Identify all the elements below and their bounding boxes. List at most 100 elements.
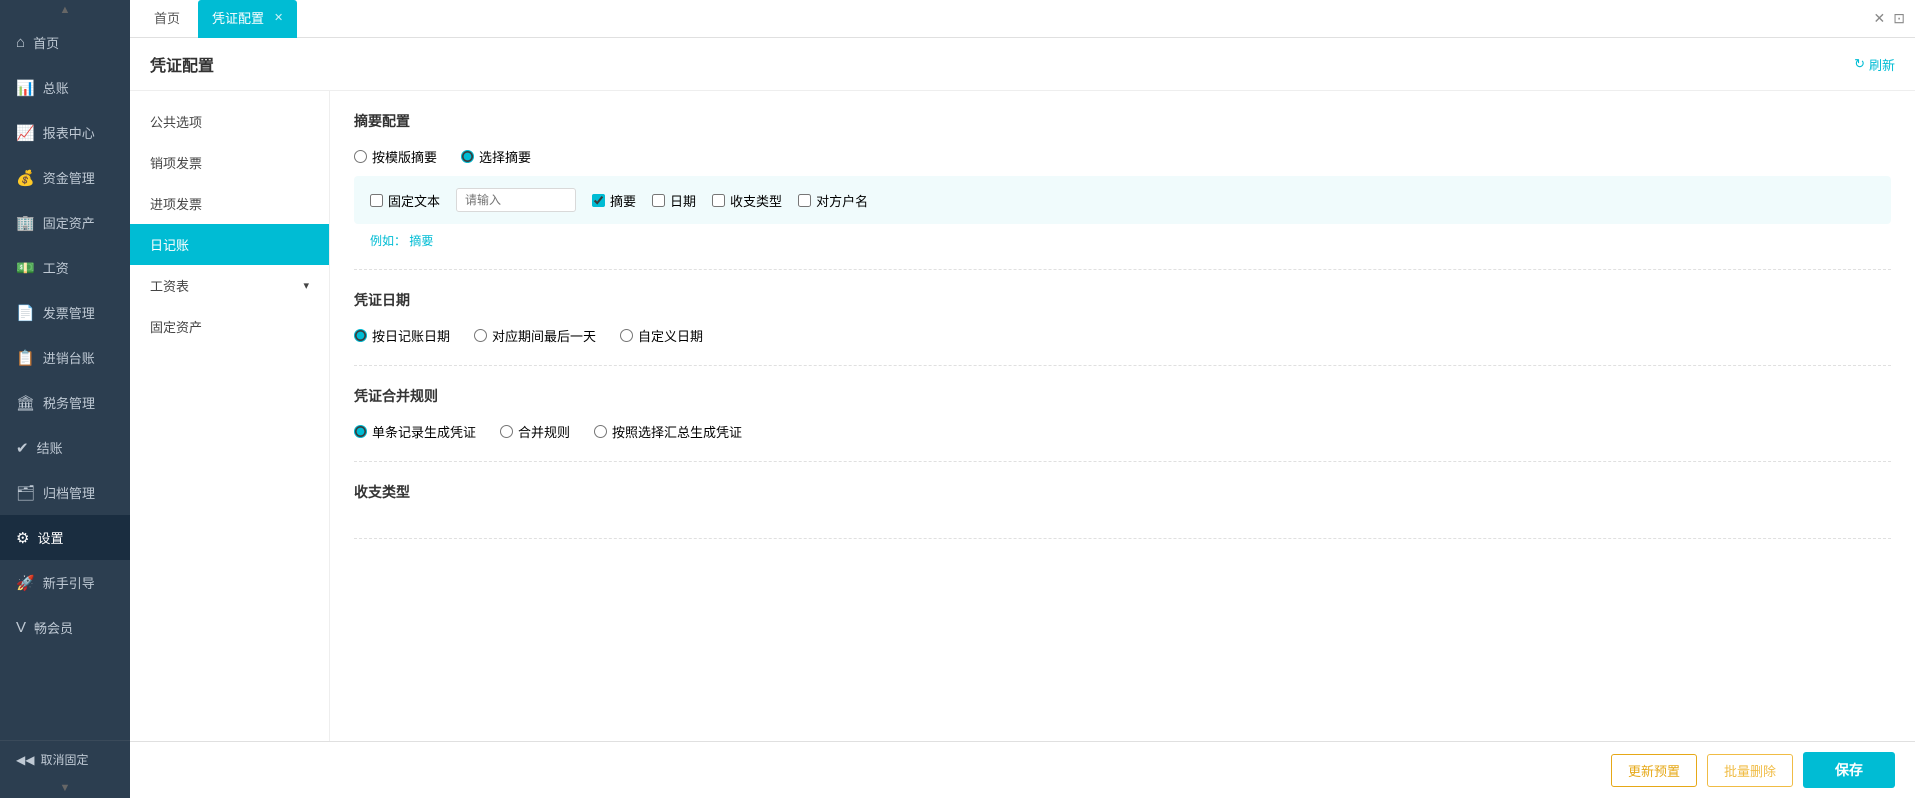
sidebar-scroll-up[interactable]: ▲	[0, 0, 130, 20]
sidebar-item-reports[interactable]: 📈 报表中心	[0, 110, 130, 155]
window-resize-btn[interactable]: ⊡	[1893, 10, 1905, 27]
single-record-input[interactable]	[354, 425, 367, 438]
template-summary-input[interactable]	[354, 150, 367, 163]
sidebar-item-invoice[interactable]: 📄 发票管理	[0, 290, 130, 335]
chevron-icon-payroll: ▾	[303, 279, 309, 292]
sidebar-label-assets: 固定资产	[43, 213, 95, 232]
refresh-icon: ↻	[1854, 56, 1865, 72]
tab-label-voucher-config-tab: 凭证配置	[212, 8, 264, 27]
tab-bar: 首页 凭证配置 ✕ ✕ ⊡	[130, 0, 1915, 38]
summary-cb-input[interactable]	[592, 194, 605, 207]
sidebar-item-sales[interactable]: 📋 进销台账	[0, 335, 130, 380]
sidebar-label-tax: 税务管理	[43, 393, 95, 412]
sidebar-item-funds[interactable]: 💰 资金管理	[0, 155, 130, 200]
left-nav-item-purchase-invoice[interactable]: 进项发票	[130, 183, 329, 224]
journal-date-label: 按日记账日期	[372, 326, 450, 345]
refresh-label: 刷新	[1869, 55, 1895, 74]
last-period-radio[interactable]: 对应期间最后一天	[474, 326, 596, 345]
tab-home-tab[interactable]: 首页	[140, 0, 194, 38]
single-record-radio[interactable]: 单条记录生成凭证	[354, 422, 476, 441]
custom-date-radio[interactable]: 自定义日期	[620, 326, 703, 345]
sidebar-icon-home: ⌂	[16, 34, 25, 51]
left-nav-label-fixed-assets: 固定资产	[150, 317, 202, 336]
right-content: 摘要配置 按模版摘要 选择摘要 固定文本	[330, 91, 1915, 741]
sidebar-bottom: ◀◀ 取消固定	[0, 740, 130, 778]
template-summary-radio[interactable]: 按模版摘要	[354, 147, 437, 166]
date-section-title: 凭证日期	[354, 290, 1891, 310]
sidebar-item-home[interactable]: ⌂ 首页	[0, 20, 130, 65]
fixed-text-field[interactable]	[456, 188, 576, 212]
bottom-bar: 更新预置 批量删除 保存	[130, 741, 1915, 798]
batch-delete-button[interactable]: 批量删除	[1707, 754, 1793, 787]
sidebar-icon-ledger: 📊	[16, 79, 35, 97]
example-value: 摘要	[409, 234, 433, 248]
sidebar-icon-settings: ⚙	[16, 529, 29, 547]
single-record-label: 单条记录生成凭证	[372, 422, 476, 441]
sidebar-item-assets[interactable]: 🏢 固定资产	[0, 200, 130, 245]
sidebar-item-guide[interactable]: 🚀 新手引导	[0, 560, 130, 605]
tab-label-home-tab: 首页	[154, 8, 180, 27]
sidebar-item-settings[interactable]: ⚙ 设置	[0, 515, 130, 560]
sidebar-icon-guide: 🚀	[16, 574, 35, 592]
select-summary-merge-input[interactable]	[594, 425, 607, 438]
sidebar-item-ledger[interactable]: 📊 总账	[0, 65, 130, 110]
select-summary-merge-radio[interactable]: 按照选择汇总生成凭证	[594, 422, 742, 441]
summary-radio-group: 按模版摘要 选择摘要	[354, 147, 1891, 166]
pin-icon: ◀◀	[16, 753, 34, 767]
tab-close-voucher-config-tab[interactable]: ✕	[274, 11, 283, 24]
sidebar-label-home: 首页	[33, 33, 59, 52]
select-summary-input[interactable]	[461, 150, 474, 163]
custom-date-input[interactable]	[620, 329, 633, 342]
sidebar-item-tax[interactable]: 🏛 税务管理	[0, 380, 130, 425]
sidebar-item-vip[interactable]: V 畅会员	[0, 605, 130, 650]
left-nav-label-journal: 日记账	[150, 235, 189, 254]
counterparty-input[interactable]	[798, 194, 811, 207]
merge-rule-input[interactable]	[500, 425, 513, 438]
fixed-text-checkbox[interactable]: 固定文本	[370, 191, 440, 210]
income-type-input[interactable]	[712, 194, 725, 207]
left-nav-item-payroll[interactable]: 工资表▾	[130, 265, 329, 306]
sidebar-item-archive[interactable]: 🗂 归档管理	[0, 470, 130, 515]
sidebar-scroll-down[interactable]: ▼	[0, 778, 130, 798]
income-type-label: 收支类型	[730, 191, 782, 210]
select-summary-radio[interactable]: 选择摘要	[461, 147, 531, 166]
window-close-btn[interactable]: ✕	[1874, 10, 1886, 27]
journal-date-radio[interactable]: 按日记账日期	[354, 326, 450, 345]
sidebar-toggle[interactable]: ◀◀ 取消固定	[0, 741, 130, 778]
date-cb-input[interactable]	[652, 194, 665, 207]
sidebar-label-invoice: 发票管理	[43, 303, 95, 322]
sidebar-label-funds: 资金管理	[43, 168, 95, 187]
sidebar-item-checkout[interactable]: ✔ 结账	[0, 425, 130, 470]
template-summary-label: 按模版摘要	[372, 147, 437, 166]
save-button[interactable]: 保存	[1803, 752, 1895, 788]
summary-cb-label: 摘要	[610, 191, 636, 210]
left-nav-item-public[interactable]: 公共选项	[130, 101, 329, 142]
left-nav-item-journal[interactable]: 日记账	[130, 224, 329, 265]
left-nav-item-fixed-assets[interactable]: 固定资产	[130, 306, 329, 347]
fixed-text-input[interactable]	[370, 194, 383, 207]
summary-checkbox[interactable]: 摘要	[592, 191, 636, 210]
income-type-checkbox[interactable]: 收支类型	[712, 191, 782, 210]
sidebar-label-sales: 进销台账	[43, 348, 95, 367]
date-checkbox[interactable]: 日期	[652, 191, 696, 210]
content-layout: 公共选项销项发票进项发票日记账工资表▾固定资产 摘要配置 按模版摘要 选择摘要	[130, 91, 1915, 741]
left-nav-item-sale-invoice[interactable]: 销项发票	[130, 142, 329, 183]
merge-rule-radio[interactable]: 合并规则	[500, 422, 570, 441]
page-title: 凭证配置	[150, 52, 214, 76]
sidebar-item-salary[interactable]: 💵 工资	[0, 245, 130, 290]
sidebar-label-checkout: 结账	[37, 438, 63, 457]
update-preview-button[interactable]: 更新预置	[1611, 754, 1697, 787]
refresh-button[interactable]: ↻ 刷新	[1854, 55, 1895, 74]
sidebar-icon-vip: V	[16, 619, 26, 636]
date-section: 凭证日期 按日记账日期 对应期间最后一天 自定义日期	[354, 290, 1891, 366]
sidebar-label-settings: 设置	[37, 528, 63, 547]
left-nav-label-sale-invoice: 销项发票	[150, 153, 202, 172]
example-text: 例如： 摘要	[354, 232, 1891, 249]
tab-voucher-config-tab[interactable]: 凭证配置 ✕	[198, 0, 297, 38]
sidebar-icon-invoice: 📄	[16, 304, 35, 322]
counterparty-checkbox[interactable]: 对方户名	[798, 191, 868, 210]
left-nav: 公共选项销项发票进项发票日记账工资表▾ 固定资产	[130, 91, 330, 741]
journal-date-input[interactable]	[354, 329, 367, 342]
last-period-input[interactable]	[474, 329, 487, 342]
sidebar-label-archive: 归档管理	[43, 483, 95, 502]
